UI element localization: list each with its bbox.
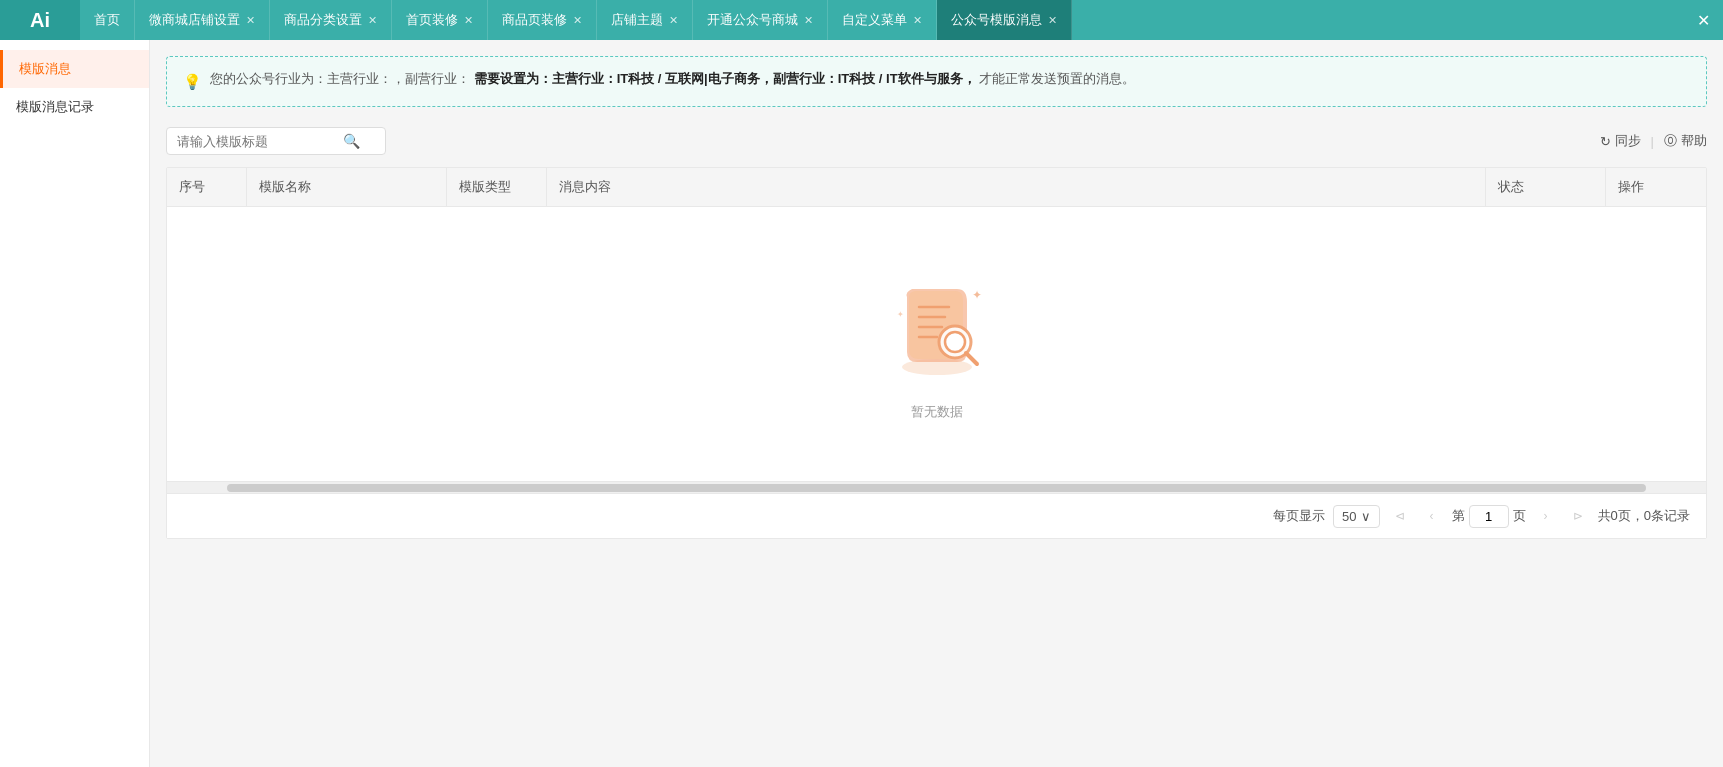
sync-icon: ↻ <box>1600 134 1611 149</box>
tab-product-decor[interactable]: 商品页装修 ✕ <box>488 0 597 40</box>
tab-custom-menu[interactable]: 自定义菜单 ✕ <box>828 0 937 40</box>
empty-text: 暂无数据 <box>911 403 963 421</box>
close-tab-open-wechat-shop[interactable]: ✕ <box>804 14 813 27</box>
close-tab-shop-theme[interactable]: ✕ <box>669 14 678 27</box>
top-nav: Ai 首页 微商城店铺设置 ✕ 商品分类设置 ✕ 首页装修 ✕ 商品页装修 ✕ … <box>0 0 1723 40</box>
page-size-label: 每页显示 <box>1273 507 1325 525</box>
col-header-index: 序号 <box>167 168 247 206</box>
page-total: 共0页，0条记录 <box>1598 507 1690 525</box>
col-header-type: 模版类型 <box>447 168 547 206</box>
last-page-button[interactable]: ⊳ <box>1566 504 1590 528</box>
close-tab-home-decor[interactable]: ✕ <box>464 14 473 27</box>
prev-page-button[interactable]: ‹ <box>1420 504 1444 528</box>
tab-shop-theme[interactable]: 店铺主题 ✕ <box>597 0 693 40</box>
page-input-wrap: 第 页 <box>1452 505 1526 528</box>
tab-category-settings[interactable]: 商品分类设置 ✕ <box>270 0 392 40</box>
tab-home[interactable]: 首页 <box>80 0 135 40</box>
svg-point-6 <box>945 332 965 352</box>
global-close-button[interactable]: ✕ <box>1683 0 1723 40</box>
page-size-select[interactable]: 50 ∨ <box>1333 505 1379 528</box>
empty-illustration: ✦ ✦ <box>877 267 997 387</box>
col-header-status: 状态 <box>1486 168 1606 206</box>
table-container: 序号 模版名称 模版类型 消息内容 状态 操作 <box>166 167 1707 539</box>
search-icon[interactable]: 🔍 <box>343 133 360 149</box>
close-tab-category-settings[interactable]: ✕ <box>368 14 377 27</box>
close-tab-product-decor[interactable]: ✕ <box>573 14 582 27</box>
first-page-button[interactable]: ⊲ <box>1388 504 1412 528</box>
scrollbar-thumb[interactable] <box>227 484 1646 492</box>
next-page-button[interactable]: › <box>1534 504 1558 528</box>
sidebar-item-template-msg[interactable]: 模版消息 <box>0 50 149 88</box>
empty-state: ✦ ✦ 暂无数据 <box>167 207 1706 481</box>
sidebar: 模版消息 模版消息记录 <box>0 40 150 767</box>
tab-bar: 首页 微商城店铺设置 ✕ 商品分类设置 ✕ 首页装修 ✕ 商品页装修 ✕ 店铺主… <box>80 0 1683 40</box>
chevron-down-icon: ∨ <box>1361 509 1371 524</box>
col-header-action: 操作 <box>1606 168 1706 206</box>
svg-line-7 <box>966 353 977 364</box>
help-button[interactable]: ⓪ 帮助 <box>1664 132 1707 150</box>
table-header: 序号 模版名称 模版类型 消息内容 状态 操作 <box>167 168 1706 207</box>
col-header-name: 模版名称 <box>247 168 447 206</box>
horizontal-scrollbar[interactable] <box>167 481 1706 493</box>
bulb-icon: 💡 <box>183 70 202 94</box>
brand-logo: Ai <box>0 0 80 40</box>
tab-home-decor[interactable]: 首页装修 ✕ <box>392 0 488 40</box>
info-banner-text: 您的公众号行业为：主营行业：，副营行业： 需要设置为：主营行业：IT科技 / 互… <box>210 69 1135 90</box>
main-layout: 模版消息 模版消息记录 💡 您的公众号行业为：主营行业：，副营行业： 需要设置为… <box>0 40 1723 767</box>
page-size-value: 50 <box>1342 509 1356 524</box>
close-tab-shop-settings[interactable]: ✕ <box>246 14 255 27</box>
search-row: 🔍 ↻ 同步 | ⓪ 帮助 <box>166 127 1707 155</box>
sidebar-item-template-msg-log[interactable]: 模版消息记录 <box>0 88 149 126</box>
search-box[interactable]: 🔍 <box>166 127 386 155</box>
tab-template-msg[interactable]: 公众号模版消息 ✕ <box>937 0 1072 40</box>
close-tab-custom-menu[interactable]: ✕ <box>913 14 922 27</box>
page-number-input[interactable] <box>1469 505 1509 528</box>
close-tab-template-msg[interactable]: ✕ <box>1048 14 1057 27</box>
sync-button[interactable]: ↻ 同步 <box>1600 132 1641 150</box>
col-header-content: 消息内容 <box>547 168 1486 206</box>
content-area: 💡 您的公众号行业为：主营行业：，副营行业： 需要设置为：主营行业：IT科技 /… <box>150 40 1723 767</box>
info-banner: 💡 您的公众号行业为：主营行业：，副营行业： 需要设置为：主营行业：IT科技 /… <box>166 56 1707 107</box>
search-input[interactable] <box>177 134 337 149</box>
help-icon: ⓪ <box>1664 132 1677 150</box>
svg-text:✦: ✦ <box>897 310 904 319</box>
tab-open-wechat-shop[interactable]: 开通公众号商城 ✕ <box>693 0 828 40</box>
search-actions: ↻ 同步 | ⓪ 帮助 <box>1600 132 1707 150</box>
tab-shop-settings[interactable]: 微商城店铺设置 ✕ <box>135 0 270 40</box>
pagination: 每页显示 50 ∨ ⊲ ‹ 第 页 › ⊳ 共0页，0条记录 <box>167 493 1706 538</box>
divider: | <box>1651 134 1654 149</box>
svg-text:✦: ✦ <box>972 288 982 302</box>
